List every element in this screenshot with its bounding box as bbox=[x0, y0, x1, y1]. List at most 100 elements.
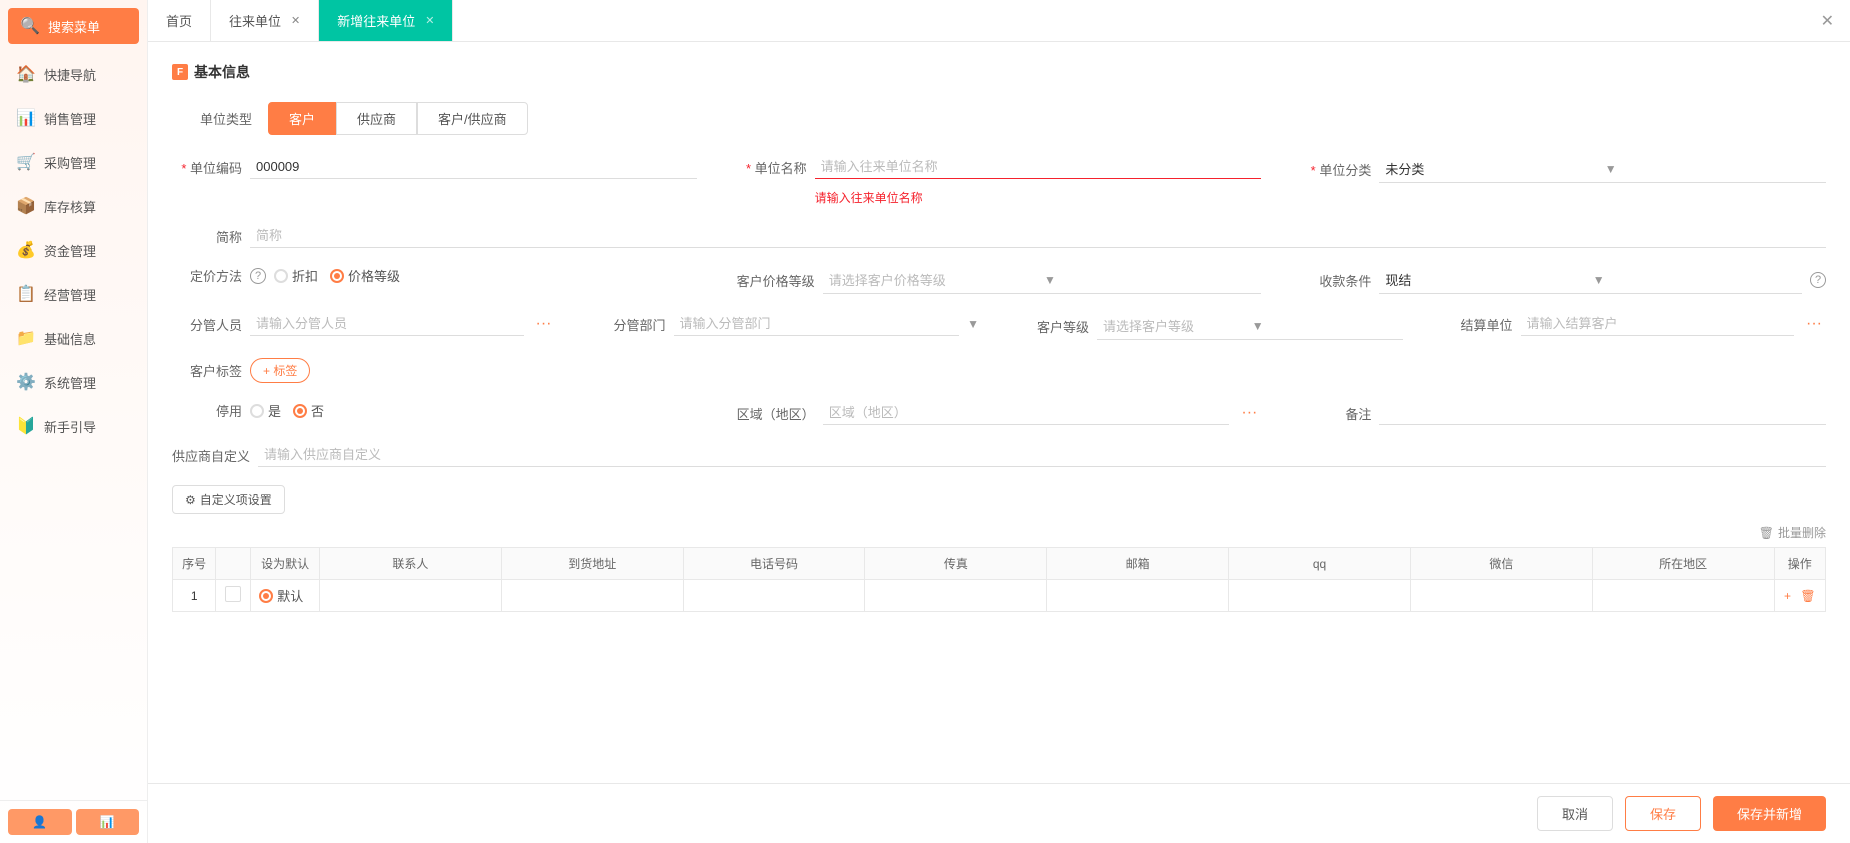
type-btn-customer[interactable]: 客户 bbox=[268, 102, 336, 135]
unit-category-select[interactable]: 未分类 ▼ bbox=[1379, 155, 1826, 183]
disabled-radio-yes-circle bbox=[250, 404, 264, 418]
sidebar-item-label: 采购管理 bbox=[44, 153, 96, 172]
bulk-delete-button[interactable]: 🗑 批量删除 bbox=[1759, 524, 1826, 541]
row-contact-input[interactable] bbox=[328, 589, 493, 603]
row-address-input[interactable] bbox=[510, 589, 675, 603]
tab-home-label: 首页 bbox=[166, 11, 192, 30]
row-qq[interactable] bbox=[1229, 580, 1411, 612]
sidebar-search-label: 搜索菜单 bbox=[48, 17, 100, 36]
manager-input[interactable] bbox=[250, 312, 524, 336]
type-btn-supplier[interactable]: 供应商 bbox=[336, 102, 417, 135]
pricing-radio-group: 折扣 价格等级 bbox=[274, 266, 400, 285]
sales-icon: 📊 bbox=[16, 108, 36, 128]
pricing-radio-discount[interactable]: 折扣 bbox=[274, 266, 318, 285]
department-input[interactable] bbox=[674, 312, 960, 336]
form-row-5: 客户标签 + 标签 bbox=[172, 358, 1826, 383]
short-name-input[interactable] bbox=[250, 224, 1826, 248]
row-address[interactable] bbox=[501, 580, 683, 612]
row-action: + 🗑 bbox=[1774, 580, 1825, 612]
disabled-radio-yes[interactable]: 是 bbox=[250, 401, 281, 420]
unit-type-label: 单位类型 bbox=[172, 109, 252, 128]
row-add-btn[interactable]: + bbox=[1784, 589, 1791, 603]
unit-name-label: 单位名称 bbox=[737, 158, 807, 177]
sidebar-stats-btn[interactable]: 📊 bbox=[76, 809, 140, 835]
manager-dots[interactable]: ··· bbox=[532, 315, 556, 333]
row-fax-input[interactable] bbox=[873, 589, 1038, 603]
gear-icon: ⚙ bbox=[185, 493, 196, 507]
unit-name-input[interactable] bbox=[815, 155, 1262, 179]
custom-settings-button[interactable]: ⚙ 自定义项设置 bbox=[172, 485, 285, 514]
sidebar-user-btn[interactable]: 👤 bbox=[8, 809, 72, 835]
settlement-dots[interactable]: ··· bbox=[1802, 315, 1826, 333]
row-phone[interactable] bbox=[683, 580, 865, 612]
region-input[interactable] bbox=[823, 401, 1230, 425]
disabled-label: 停用 bbox=[172, 401, 242, 420]
settlement-input[interactable] bbox=[1521, 312, 1795, 336]
sidebar-item-sales[interactable]: 📊 销售管理 bbox=[0, 96, 147, 140]
remarks-input[interactable] bbox=[1379, 401, 1826, 425]
tab-home[interactable]: 首页 bbox=[148, 0, 211, 41]
row-email-input[interactable] bbox=[1055, 589, 1220, 603]
contact-table: 序号 设为默认 联系人 到货地址 电话号码 传真 邮箱 qq 微信 所在地区 操… bbox=[172, 547, 1826, 612]
sidebar-item-finance[interactable]: 💰 资金管理 bbox=[0, 228, 147, 272]
cancel-button[interactable]: 取消 bbox=[1537, 796, 1613, 831]
tag-add-button[interactable]: + 标签 bbox=[250, 358, 310, 383]
sidebar-item-label: 新手引导 bbox=[44, 417, 96, 436]
payment-help-icon[interactable]: ? bbox=[1810, 272, 1826, 288]
sidebar-item-new-guide[interactable]: 🔰 新手引导 bbox=[0, 404, 147, 448]
delete-icon: 🗑 bbox=[1759, 526, 1774, 540]
row-default-radio[interactable]: 默认 bbox=[259, 586, 311, 605]
region-dots[interactable]: ··· bbox=[1237, 404, 1261, 422]
payment-select[interactable]: 现结 ▼ bbox=[1379, 266, 1802, 294]
save-new-button[interactable]: 保存并新增 bbox=[1713, 796, 1826, 831]
sidebar-item-operations[interactable]: 📋 经营管理 bbox=[0, 272, 147, 316]
sidebar-item-label: 系统管理 bbox=[44, 373, 96, 392]
row-phone-input[interactable] bbox=[692, 589, 857, 603]
tab-add-counterparty-close[interactable]: ✕ bbox=[425, 14, 434, 27]
disabled-radio-no[interactable]: 否 bbox=[293, 401, 324, 420]
customer-level-select[interactable]: 请选择客户等级 ▼ bbox=[1097, 312, 1403, 340]
customer-price-select[interactable]: 请选择客户价格等级 ▼ bbox=[823, 266, 1262, 294]
field-supplier-custom: 供应商自定义 bbox=[172, 443, 1826, 467]
tab-counterparty[interactable]: 往来单位 ✕ bbox=[211, 0, 319, 41]
col-default: 设为默认 bbox=[251, 548, 320, 580]
col-address: 到货地址 bbox=[501, 548, 683, 580]
sidebar-item-quick-nav[interactable]: 🏠 快捷导航 bbox=[0, 52, 147, 96]
sidebar-search-menu[interactable]: 🔍 搜索菜单 bbox=[8, 8, 139, 44]
row-region[interactable] bbox=[1592, 580, 1774, 612]
field-unit-code: 单位编码 bbox=[172, 155, 697, 179]
row-checkbox[interactable] bbox=[225, 586, 241, 602]
supplier-custom-input[interactable] bbox=[258, 443, 1826, 467]
sidebar-item-base-info[interactable]: 📁 基础信息 bbox=[0, 316, 147, 360]
tab-counterparty-close[interactable]: ✕ bbox=[291, 14, 300, 27]
tags-label: 客户标签 bbox=[172, 361, 242, 380]
row-qq-input[interactable] bbox=[1237, 589, 1402, 603]
pricing-help-icon[interactable]: ? bbox=[250, 268, 266, 284]
tab-add-counterparty[interactable]: 新增往来单位 ✕ bbox=[319, 0, 453, 41]
save-button[interactable]: 保存 bbox=[1625, 796, 1701, 831]
unit-code-input[interactable] bbox=[250, 155, 697, 179]
row-fax[interactable] bbox=[865, 580, 1047, 612]
short-name-label: 简称 bbox=[172, 227, 242, 246]
pricing-radio-level[interactable]: 价格等级 bbox=[330, 266, 400, 285]
customer-level-arrow: ▼ bbox=[1252, 319, 1397, 333]
global-close-btn[interactable]: ✕ bbox=[1805, 0, 1850, 41]
sidebar-item-inventory[interactable]: 📦 库存核算 bbox=[0, 184, 147, 228]
row-delete-btn[interactable]: 🗑 bbox=[1800, 589, 1815, 603]
inventory-icon: 📦 bbox=[16, 196, 36, 216]
pricing-radio-level-label: 价格等级 bbox=[348, 266, 400, 285]
field-short-name: 简称 bbox=[172, 224, 1826, 248]
row-wechat-input[interactable] bbox=[1419, 589, 1584, 603]
customer-price-arrow: ▼ bbox=[1044, 273, 1255, 287]
sidebar-item-purchase[interactable]: 🛒 采购管理 bbox=[0, 140, 147, 184]
sidebar-item-system[interactable]: ⚙️ 系统管理 bbox=[0, 360, 147, 404]
row-region-input[interactable] bbox=[1601, 589, 1766, 603]
form-row-1: 单位编码 单位名称 请输入往来单位名称 单位分类 未分类 ▼ bbox=[172, 155, 1826, 206]
row-contact[interactable] bbox=[319, 580, 501, 612]
sidebar-item-label: 基础信息 bbox=[44, 329, 96, 348]
disabled-radio-group: 是 否 bbox=[250, 401, 324, 420]
type-btn-both[interactable]: 客户/供应商 bbox=[417, 102, 528, 135]
row-email[interactable] bbox=[1047, 580, 1229, 612]
row-wechat[interactable] bbox=[1410, 580, 1592, 612]
unit-category-label: 单位分类 bbox=[1301, 160, 1371, 179]
